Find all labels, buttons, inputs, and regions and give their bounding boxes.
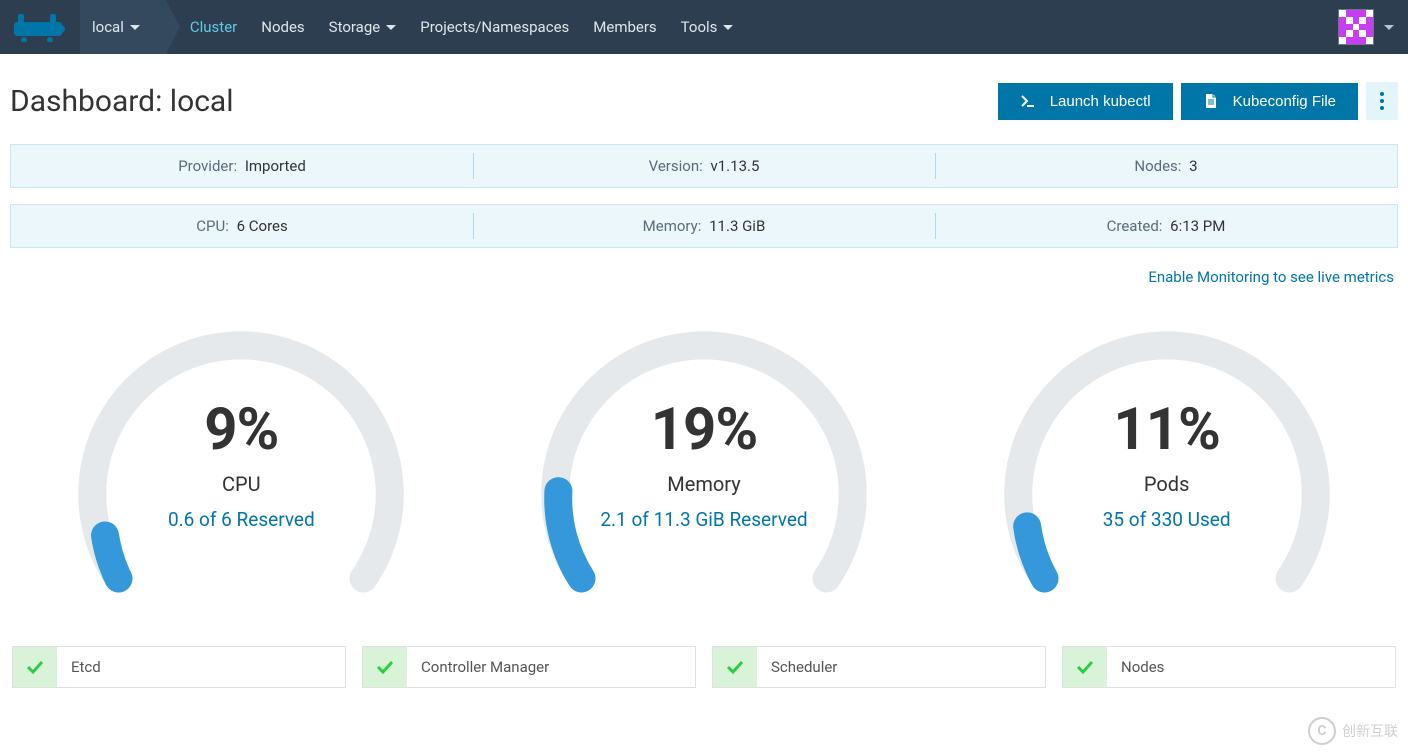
info-version: Version: v1.13.5 (473, 145, 935, 187)
top-nav: local Cluster Nodes Storage Projects/Nam… (0, 0, 1408, 54)
gauge-cpu: 9% CPU 0.6 of 6 Reserved (61, 316, 421, 596)
gauge-pods-detail: 35 of 330 Used (987, 508, 1347, 531)
more-actions-button[interactable] (1366, 82, 1398, 120)
user-menu[interactable] (1324, 9, 1408, 45)
gauge-memory-percent: 19% (524, 396, 884, 464)
gauge-pods: 11% Pods 35 of 330 Used (987, 316, 1347, 596)
chevron-down-icon (386, 25, 396, 30)
gauge-memory-label: Memory (524, 472, 884, 496)
chevron-down-icon (1384, 25, 1394, 30)
chevron-down-icon (130, 25, 140, 30)
info-created: Created: 6:13 PM (935, 205, 1397, 247)
logo[interactable] (0, 0, 80, 54)
terminal-icon (1020, 94, 1036, 108)
file-icon (1203, 94, 1219, 108)
watermark-icon: C (1308, 717, 1336, 745)
nav-projects[interactable]: Projects/Namespaces (408, 0, 581, 54)
launch-kubectl-button[interactable]: Launch kubectl (998, 83, 1173, 120)
page-header: Dashboard: local Launch kubectl Kubeconf… (10, 82, 1398, 120)
health-etcd[interactable]: Etcd (12, 646, 346, 688)
watermark: C 创新互联 (1308, 717, 1398, 745)
health-controller-manager[interactable]: Controller Manager (362, 646, 696, 688)
kubeconfig-button[interactable]: Kubeconfig File (1181, 83, 1358, 120)
gauge-pods-label: Pods (987, 472, 1347, 496)
gauge-cpu-detail: 0.6 of 6 Reserved (61, 508, 421, 531)
gauge-pods-percent: 11% (987, 396, 1347, 464)
info-memory: Memory: 11.3 GiB (473, 205, 935, 247)
kebab-icon (1380, 92, 1384, 110)
cluster-info-row-2: CPU: 6 Cores Memory: 11.3 GiB Created: 6… (10, 204, 1398, 248)
check-icon (713, 647, 757, 687)
info-provider: Provider: Imported (11, 145, 473, 187)
health-row: Etcd Controller Manager Scheduler Nodes (10, 646, 1398, 688)
nav-storage[interactable]: Storage (317, 0, 409, 54)
health-nodes[interactable]: Nodes (1062, 646, 1396, 688)
nav-local-label: local (92, 18, 124, 36)
cluster-info-row-1: Provider: Imported Version: v1.13.5 Node… (10, 144, 1398, 188)
info-nodes: Nodes: 3 (935, 145, 1397, 187)
enable-monitoring-link[interactable]: Enable Monitoring to see live metrics (10, 264, 1398, 296)
nav-local-dropdown[interactable]: local (80, 0, 166, 54)
gauge-memory-detail: 2.1 of 11.3 GiB Reserved (524, 508, 884, 531)
health-scheduler[interactable]: Scheduler (712, 646, 1046, 688)
check-icon (1063, 647, 1107, 687)
gauge-cpu-label: CPU (61, 472, 421, 496)
nav-members[interactable]: Members (581, 0, 668, 54)
gauge-memory: 19% Memory 2.1 of 11.3 GiB Reserved (524, 316, 884, 596)
chevron-down-icon (723, 25, 733, 30)
nav-tools[interactable]: Tools (669, 0, 746, 54)
page-title: Dashboard: local (10, 84, 234, 119)
rancher-logo-icon (14, 12, 66, 42)
info-cpu: CPU: 6 Cores (11, 205, 473, 247)
check-icon (13, 647, 57, 687)
check-icon (363, 647, 407, 687)
gauge-cpu-percent: 9% (61, 396, 421, 464)
gauges-row: 9% CPU 0.6 of 6 Reserved 19% Memory 2.1 … (10, 296, 1398, 646)
avatar (1338, 9, 1374, 45)
nav-nodes[interactable]: Nodes (249, 0, 316, 54)
